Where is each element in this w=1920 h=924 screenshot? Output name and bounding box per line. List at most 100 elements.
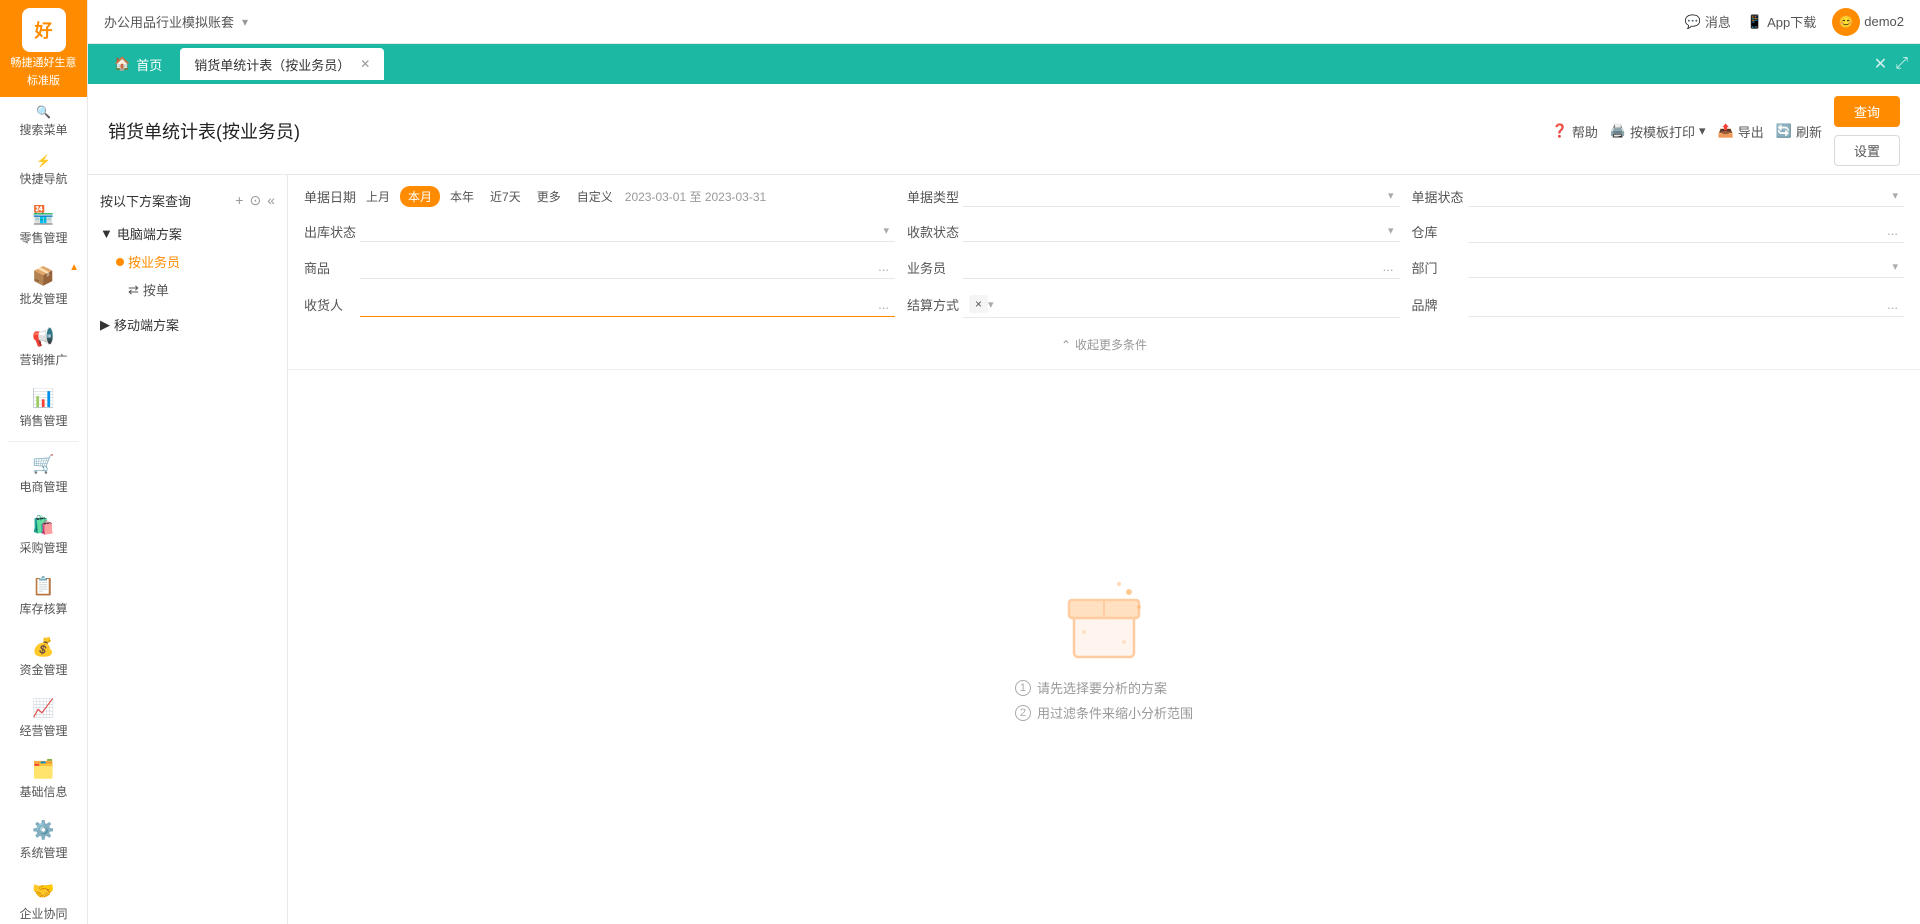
filter-settlement-field: 结算方式 × ▾ [907,291,1400,318]
tab-home[interactable]: 🏠 首页 [100,48,176,80]
page-header-actions: ❓ 帮助 🖨️ 按模板打印 ▾ 📤 导出 🔄 刷新 查询 [1552,96,1900,166]
scheme-item-by-salesperson[interactable]: 按业务员 [88,247,287,276]
warehouse-dots: ... [1887,223,1898,238]
sidebar-item-finance[interactable]: 💰 资金管理 [0,627,87,688]
marketing-icon: 📢 [32,327,54,348]
docstatus-select[interactable]: ▾ [1468,185,1905,207]
settlement-label: 结算方式 [907,295,963,314]
scheme-group-pc-header[interactable]: ▼ 电脑端方案 [88,220,287,247]
date-tab-lastmonth[interactable]: 上月 [360,186,396,207]
topbar-dropdown[interactable]: ▾ [242,15,248,29]
tabbar-actions: ✕ ⤢ [1874,54,1908,74]
brand-dots: ... [1887,297,1898,312]
triangle-right-icon: ▶ [100,317,110,333]
sidebar-search[interactable]: 🔍 搜索菜单 [0,97,87,146]
brand-select[interactable]: ... [1468,293,1905,317]
empty-state: 1 请先选择要分析的方案 2 用过滤条件来缩小分析范围 [288,370,1920,924]
tip-num-1: 1 [1015,680,1031,696]
sidebar-item-system[interactable]: ⚙️ 系统管理 [0,810,87,871]
collapse-filters-button[interactable]: ⌃ 收起更多条件 [304,330,1904,359]
date-tab-thisyear[interactable]: 本年 [444,186,480,207]
sidebar: 好 畅捷通好生意 标准版 🔍 搜索菜单 ⚡ 快捷导航 🏪 零售管理 📦 批发管理… [0,0,88,924]
filter-area: 单据日期 上月 本月 本年 近7天 更多 自定义 20 [288,175,1920,370]
sidebar-item-sales[interactable]: 📊 销售管理 [0,378,87,439]
tab-sales-stat[interactable]: 销货单统计表（按业务员） ✕ [180,48,384,80]
recipient-select[interactable]: ... [360,293,895,317]
sidebar-item-retail[interactable]: 🏪 零售管理 [0,195,87,256]
refresh-icon: 🔄 [1776,123,1792,139]
edit-scheme-button[interactable]: ⊙ [249,192,261,209]
doctype-select[interactable]: ▾ [963,185,1400,207]
left-panel-header: 按以下方案查询 + ⊙ « [88,185,287,216]
corp-icon: 🤝 [32,881,54,902]
date-tab-custom[interactable]: 自定义 [571,186,619,207]
settlement-select[interactable]: × ▾ [963,291,1400,318]
purchase-icon: 🛍️ [32,515,54,536]
settings-button[interactable]: 设置 [1834,135,1900,166]
export-button[interactable]: 📤 导出 [1718,122,1764,141]
tab-expand-button[interactable]: ⤢ [1895,55,1908,73]
date-tab-7days[interactable]: 近7天 [484,186,527,207]
app-download-button[interactable]: 📱 App下载 [1747,12,1816,31]
print-button[interactable]: 🖨️ 按模板打印 ▾ [1610,122,1706,141]
sidebar-item-corp[interactable]: 🤝 企业协同 [0,871,87,924]
outstatus-select[interactable]: ▾ [360,220,895,242]
topbar-title: 办公用品行业模拟账套 [104,12,234,31]
page-header: 销货单统计表(按业务员) ❓ 帮助 🖨️ 按模板打印 ▾ 📤 导出 🔄 刷 [88,84,1920,175]
tab-close-all-button[interactable]: ✕ [1874,54,1887,74]
filter-warehouse-field: 仓库 ... [1412,219,1905,243]
sidebar-item-ecom[interactable]: 🛒 电商管理 [0,444,87,505]
collapse-panel-button[interactable]: « [267,192,275,209]
goods-select[interactable]: ... [360,255,895,279]
settlement-tag: × [969,295,988,313]
docstatus-label: 单据状态 [1412,187,1468,206]
sidebar-item-inventory[interactable]: 📋 库存核算 [0,566,87,627]
user-area[interactable]: 😊 demo2 [1832,8,1904,36]
tabbar: 🏠 首页 销货单统计表（按业务员） ✕ ✕ ⤢ [88,44,1920,84]
basic-label: 基础信息 [19,783,67,800]
salesperson-dots: ... [1383,259,1394,274]
avatar-text: 😊 [1839,15,1854,29]
sidebar-item-marketing[interactable]: 📢 营销推广 [0,317,87,378]
print-label: 按模板打印 [1630,122,1695,141]
filter-date-area: 上月 本月 本年 近7天 更多 自定义 2023-03-01 至 2023-03… [360,186,895,207]
corp-label: 企业协同 [19,905,67,922]
main: 办公用品行业模拟账套 ▾ 💬 消息 📱 App下载 😊 demo2 🏠 首页 [88,0,1920,924]
tip-text-2: 用过滤条件来缩小分析范围 [1037,703,1193,722]
filter-date-field: 单据日期 上月 本月 本年 近7天 更多 自定义 20 [304,186,895,207]
help-button[interactable]: ❓ 帮助 [1552,122,1598,141]
date-tab-more[interactable]: 更多 [531,186,567,207]
sidebar-item-biz[interactable]: 📈 经营管理 [0,688,87,749]
username: demo2 [1864,14,1904,29]
wholesale-arrow: ▲ [69,262,79,273]
divider1 [8,441,79,442]
scheme-item-by-order[interactable]: ⇄ 按单 [88,276,287,303]
add-scheme-button[interactable]: + [235,192,243,209]
logo-text: 畅捷通好生意 [11,56,77,70]
scheme-group-mobile-header[interactable]: ▶ 移动端方案 [88,311,287,338]
by-order-label: 按单 [143,280,169,299]
payment-select[interactable]: ▾ [963,220,1400,242]
settlement-tag-close[interactable]: × [975,297,982,311]
sidebar-quick[interactable]: ⚡ 快捷导航 [0,146,87,195]
refresh-button[interactable]: 🔄 刷新 [1776,122,1822,141]
warehouse-select[interactable]: ... [1468,219,1905,243]
warehouse-label: 仓库 [1412,222,1468,241]
msg-button[interactable]: 💬 消息 [1685,12,1731,31]
filter-dept-field: 部门 ▾ [1412,256,1905,278]
search-icon: 🔍 [36,105,51,119]
sidebar-item-wholesale[interactable]: 📦 批发管理 ▲ [0,256,87,317]
sidebar-item-purchase[interactable]: 🛍️ 采购管理 [0,505,87,566]
salesperson-label: 业务员 [907,258,963,277]
tab-close-button[interactable]: ✕ [360,57,370,71]
filter-content-area: 单据日期 上月 本月 本年 近7天 更多 自定义 20 [288,175,1920,924]
query-button[interactable]: 查询 [1834,96,1900,127]
sidebar-item-basic[interactable]: 🗂️ 基础信息 [0,749,87,810]
tab-home-label: 首页 [136,55,162,74]
ecom-label: 电商管理 [19,478,67,495]
page: 销货单统计表(按业务员) ❓ 帮助 🖨️ 按模板打印 ▾ 📤 导出 🔄 刷 [88,84,1920,924]
date-tab-thismonth[interactable]: 本月 [400,186,440,207]
page-title: 销货单统计表(按业务员) [108,118,300,144]
salesperson-select[interactable]: ... [963,255,1400,279]
dept-select[interactable]: ▾ [1468,256,1905,278]
